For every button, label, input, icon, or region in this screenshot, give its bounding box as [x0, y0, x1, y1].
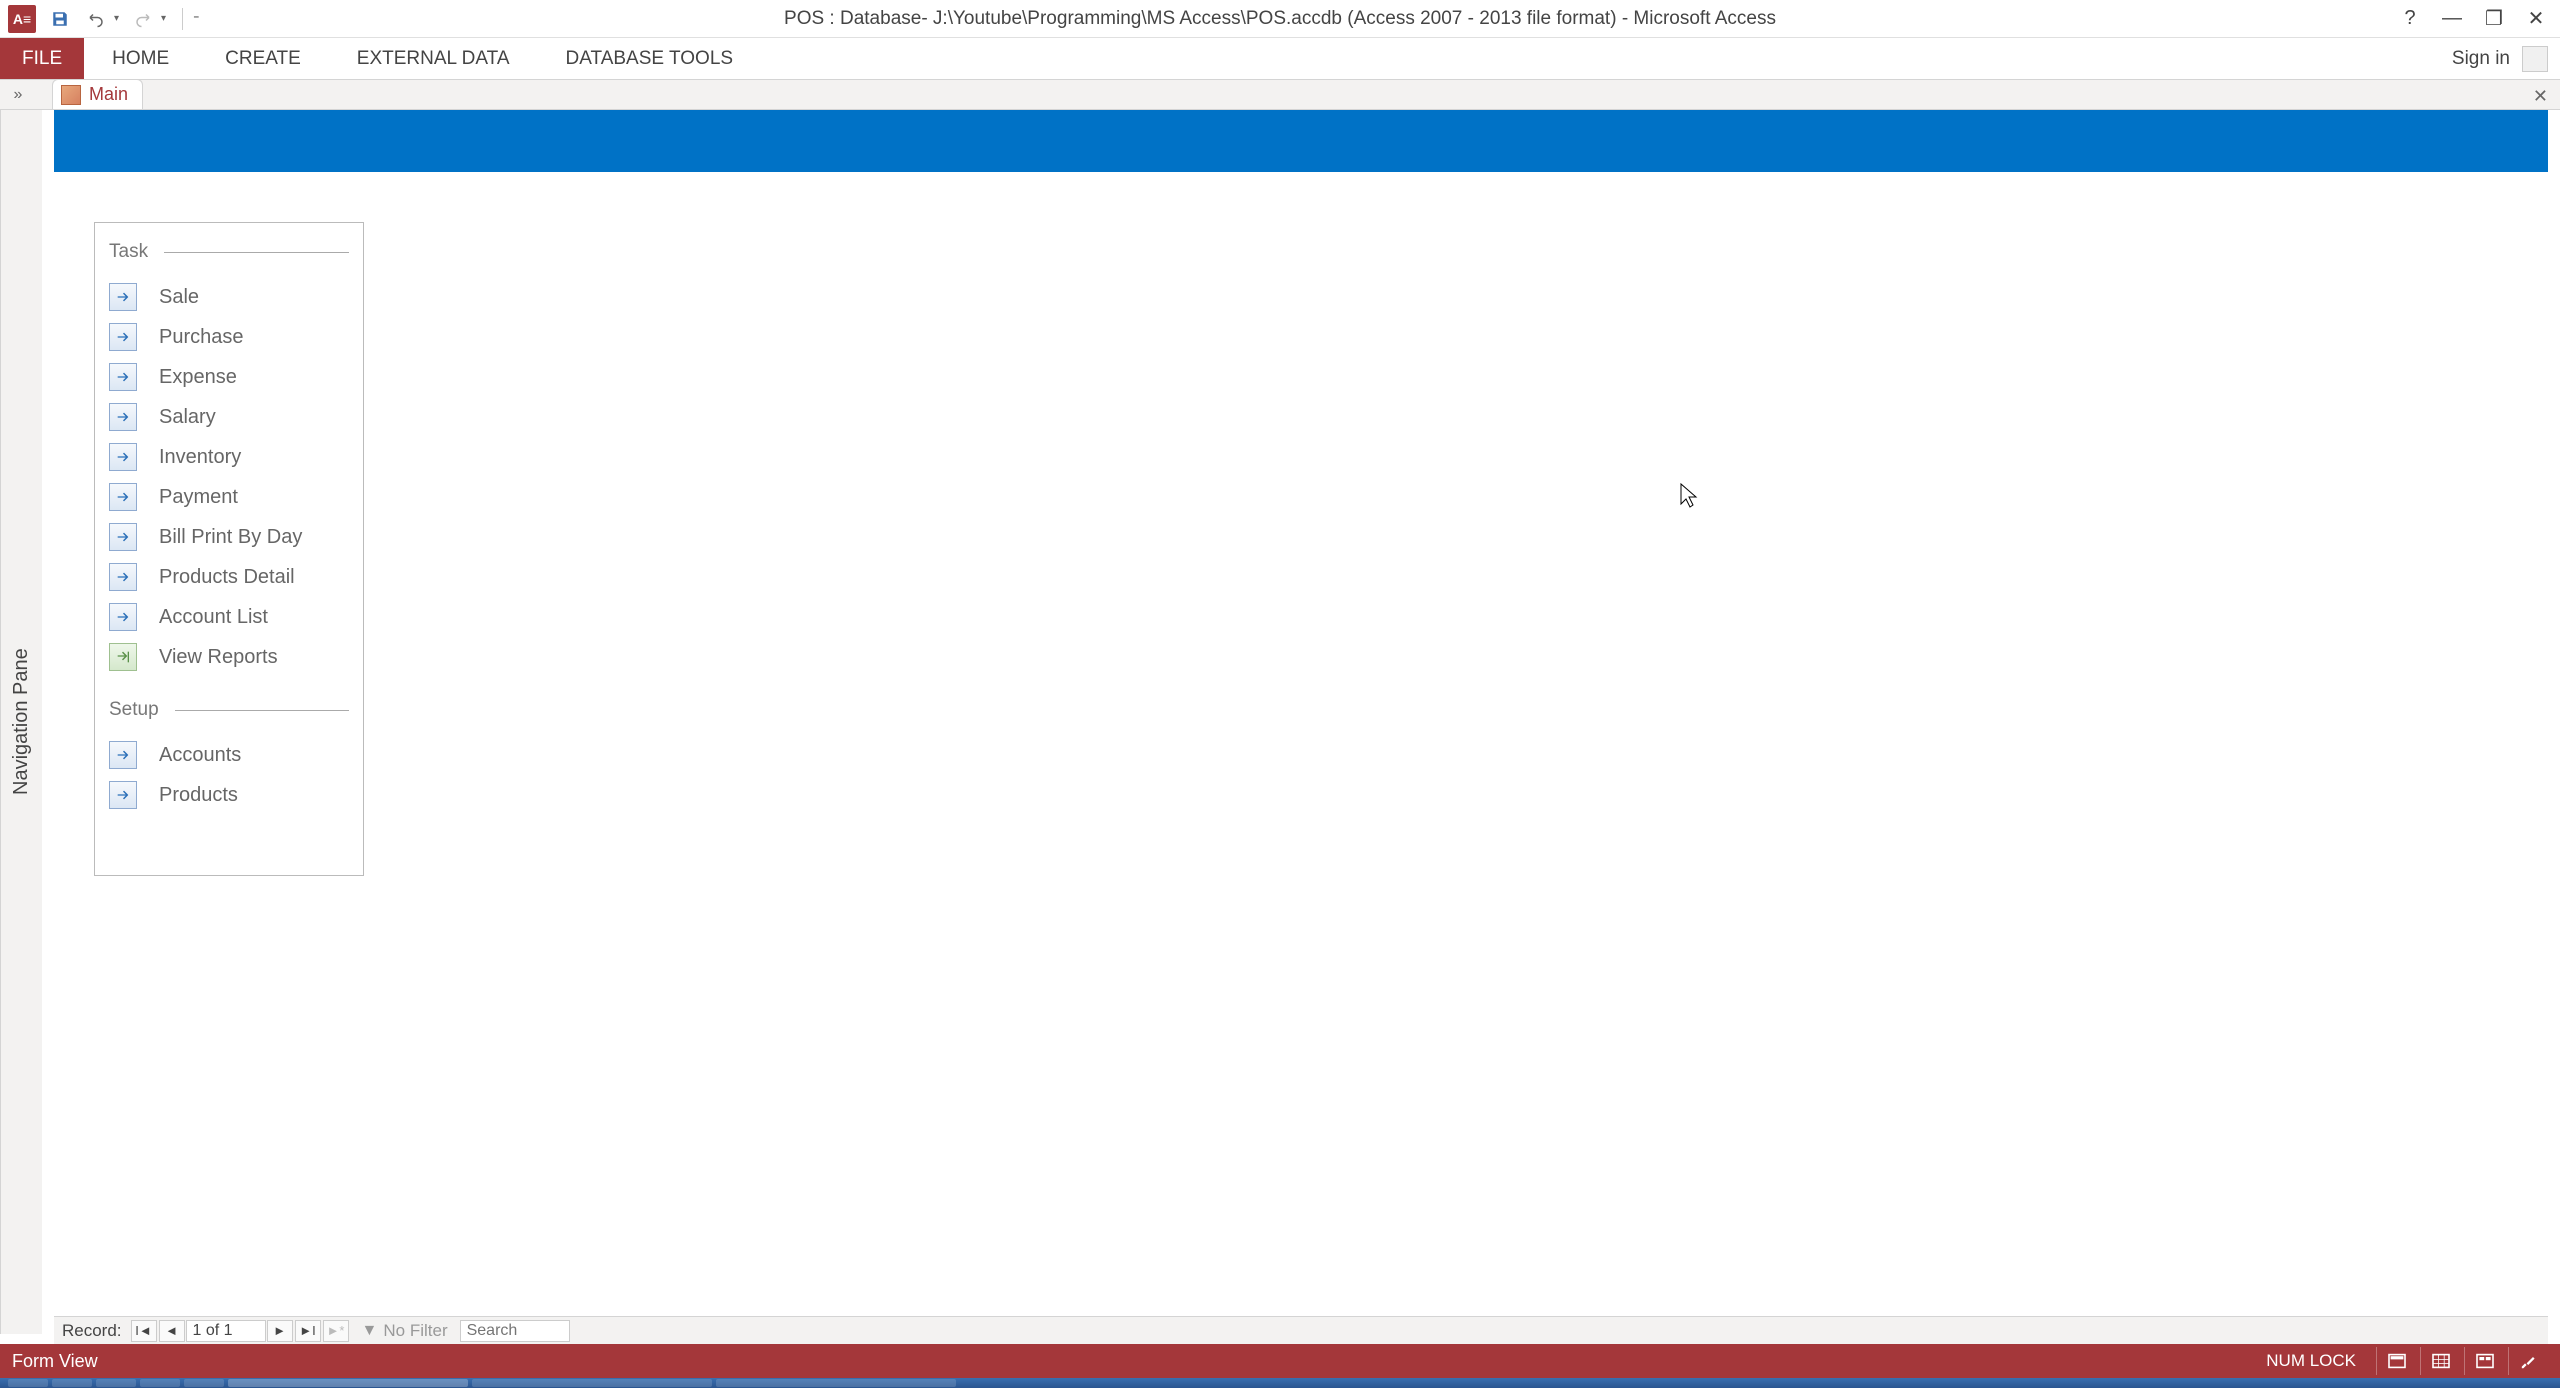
form-area: Task Sale Purchase Expense Salary: [54, 110, 2548, 1334]
arrow-right-icon: [109, 741, 137, 769]
section-label-setup: Setup: [109, 699, 349, 721]
setup-label: Products: [159, 784, 238, 807]
form-header: [54, 110, 2548, 172]
sign-in-link[interactable]: Sign in: [2452, 48, 2510, 70]
task-item-view-reports[interactable]: View Reports: [109, 637, 349, 677]
ribbon-tab-database-tools[interactable]: DATABASE TOOLS: [538, 38, 762, 79]
close-tab-icon[interactable]: ✕: [2533, 86, 2548, 107]
setup-item-products[interactable]: Products: [109, 775, 349, 815]
task-item-payment[interactable]: Payment: [109, 477, 349, 517]
task-label: Sale: [159, 286, 199, 309]
arrow-right-icon: [109, 403, 137, 431]
arrow-right-icon: [109, 363, 137, 391]
no-filter-label: No Filter: [383, 1321, 447, 1341]
task-item-products-detail[interactable]: Products Detail: [109, 557, 349, 597]
prev-record-icon[interactable]: ◄: [159, 1320, 185, 1342]
content-area: Navigation Pane Task Sale Purchase Expen…: [0, 110, 2560, 1334]
window-controls: ? — ❐ ✕: [2398, 7, 2560, 31]
task-label: Bill Print By Day: [159, 526, 302, 549]
restore-icon[interactable]: ❐: [2482, 7, 2506, 31]
section-label-task: Task: [109, 241, 349, 263]
form-body: Task Sale Purchase Expense Salary: [54, 172, 2548, 1276]
ribbon: FILE HOME CREATE EXTERNAL DATA DATABASE …: [0, 38, 2560, 80]
task-item-inventory[interactable]: Inventory: [109, 437, 349, 477]
navigation-pane-collapsed[interactable]: Navigation Pane: [0, 110, 42, 1334]
arrow-right-icon: [109, 523, 137, 551]
filter-indicator[interactable]: ▼ No Filter: [350, 1321, 460, 1341]
redo-dropdown-icon[interactable]: ▾: [161, 13, 166, 24]
arrow-right-icon: [109, 283, 137, 311]
task-label: Payment: [159, 486, 238, 509]
record-label: Record:: [54, 1321, 130, 1341]
setup-item-accounts[interactable]: Accounts: [109, 735, 349, 775]
numlock-indicator: NUM LOCK: [2250, 1351, 2372, 1371]
ribbon-tab-create[interactable]: CREATE: [197, 38, 329, 79]
qat-customize-icon[interactable]: ⁼: [193, 12, 199, 26]
undo-dropdown-icon[interactable]: ▾: [114, 13, 119, 24]
arrow-right-icon: [109, 781, 137, 809]
filter-icon: ▼: [362, 1322, 378, 1340]
task-item-salary[interactable]: Salary: [109, 397, 349, 437]
task-label: View Reports: [159, 646, 278, 669]
design-view-icon[interactable]: [2508, 1347, 2548, 1375]
reports-arrow-icon: [109, 643, 137, 671]
ribbon-tab-file[interactable]: FILE: [0, 38, 84, 79]
new-record-icon[interactable]: ►*: [323, 1320, 349, 1342]
document-tab-label: Main: [89, 84, 128, 105]
document-tab-bar: » Main ✕: [0, 80, 2560, 110]
minimize-icon[interactable]: —: [2440, 7, 2464, 31]
mouse-cursor-icon: [1679, 482, 1699, 516]
title-bar: A≡ ▾ ▾ ⁼ POS : Database- J:\Youtube\Prog…: [0, 0, 2560, 38]
last-record-icon[interactable]: ►I: [295, 1320, 321, 1342]
window-title: POS : Database- J:\Youtube\Programming\M…: [784, 8, 1776, 30]
datasheet-view-icon[interactable]: [2420, 1347, 2460, 1375]
form-view-icon[interactable]: [2376, 1347, 2416, 1375]
next-record-icon[interactable]: ►: [267, 1320, 293, 1342]
task-item-sale[interactable]: Sale: [109, 277, 349, 317]
first-record-icon[interactable]: I◄: [131, 1320, 157, 1342]
task-item-bill-print[interactable]: Bill Print By Day: [109, 517, 349, 557]
undo-icon[interactable]: [84, 7, 108, 31]
setup-label: Accounts: [159, 744, 241, 767]
task-label: Account List: [159, 606, 268, 629]
task-item-expense[interactable]: Expense: [109, 357, 349, 397]
windows-taskbar[interactable]: [0, 1378, 2560, 1388]
arrow-right-icon: [109, 483, 137, 511]
document-tab-main[interactable]: Main: [52, 79, 143, 109]
task-item-account-list[interactable]: Account List: [109, 597, 349, 637]
view-mode-label: Form View: [12, 1351, 98, 1372]
task-label: Expense: [159, 366, 237, 389]
layout-view-icon[interactable]: [2464, 1347, 2504, 1375]
access-app-icon[interactable]: A≡: [8, 5, 36, 33]
redo-icon[interactable]: [131, 7, 155, 31]
arrow-right-icon: [109, 603, 137, 631]
save-icon[interactable]: [48, 7, 72, 31]
arrow-right-icon: [109, 323, 137, 351]
arrow-right-icon: [109, 443, 137, 471]
ribbon-tab-home[interactable]: HOME: [84, 38, 197, 79]
task-label: Salary: [159, 406, 216, 429]
task-label: Purchase: [159, 326, 244, 349]
ribbon-tab-external-data[interactable]: EXTERNAL DATA: [329, 38, 538, 79]
record-counter[interactable]: 1 of 1: [186, 1320, 266, 1342]
close-icon[interactable]: ✕: [2524, 7, 2548, 31]
task-item-purchase[interactable]: Purchase: [109, 317, 349, 357]
search-input[interactable]: [460, 1320, 570, 1342]
nav-pane-expand-icon[interactable]: »: [4, 81, 32, 109]
qat-divider: [182, 8, 183, 30]
task-label: Inventory: [159, 446, 241, 469]
arrow-right-icon: [109, 563, 137, 591]
user-avatar-icon[interactable]: [2522, 46, 2548, 72]
task-panel: Task Sale Purchase Expense Salary: [94, 222, 364, 876]
record-navigation: Record: I◄ ◄ 1 of 1 ► ►I ►* ▼ No Filter: [54, 1316, 2548, 1344]
quick-access-toolbar: A≡ ▾ ▾ ⁼: [0, 5, 199, 33]
form-icon: [61, 85, 81, 105]
help-icon[interactable]: ?: [2398, 7, 2422, 31]
status-bar: Form View NUM LOCK: [0, 1344, 2560, 1378]
task-label: Products Detail: [159, 566, 295, 589]
